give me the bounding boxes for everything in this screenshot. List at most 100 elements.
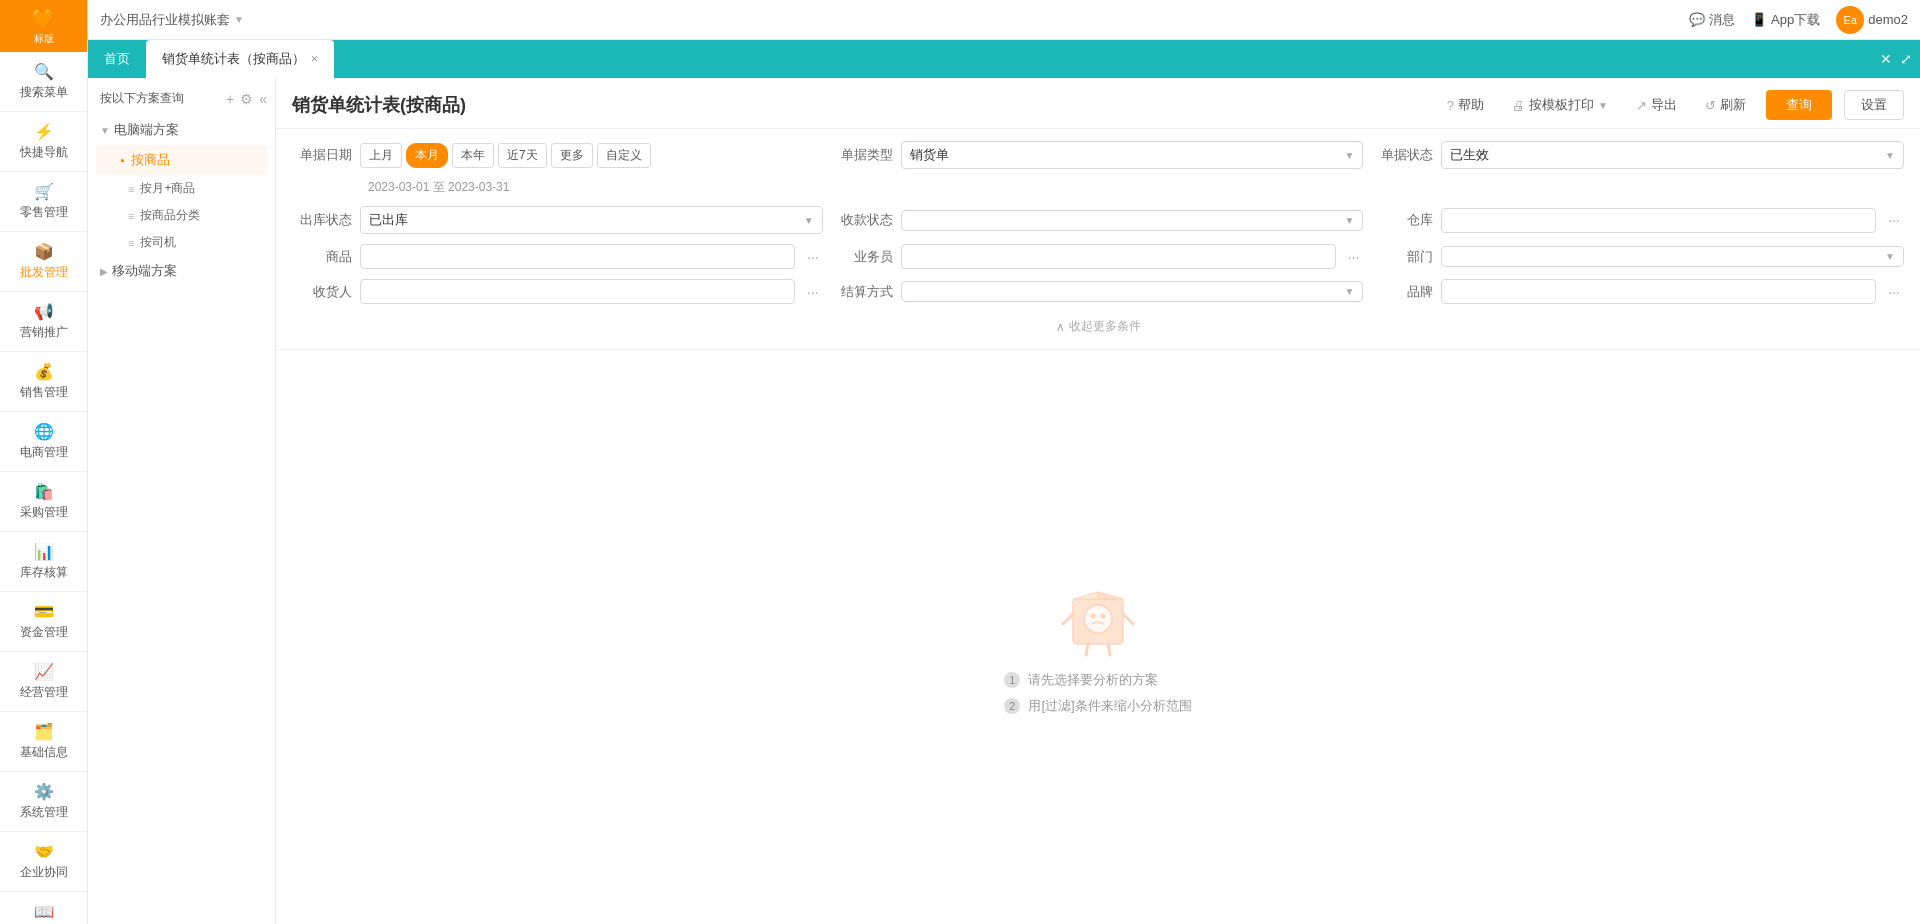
operations-icon: 📈 <box>34 662 54 681</box>
payment-select[interactable]: ▼ <box>901 281 1364 302</box>
tabbar: 首页 销货单统计表（按商品） × ✕ ⤢ <box>88 40 1920 78</box>
receiver-label: 收货人 <box>292 283 360 301</box>
svg-line-5 <box>1123 614 1133 624</box>
receipt-status-select[interactable]: ▼ <box>901 210 1364 231</box>
dept-select[interactable]: ▼ <box>1441 246 1904 267</box>
brand-input[interactable] <box>1441 279 1876 304</box>
sidebar-item-purchase[interactable]: 🛍️ 采购管理 <box>0 472 87 532</box>
filter-cell-clerk: 业务员 ··· <box>833 244 1364 269</box>
date-btn-last-month[interactable]: 上月 <box>360 143 402 168</box>
plan-subitem-by-month[interactable]: ≡ 按月+商品 <box>96 175 267 202</box>
sidebar-item-retail[interactable]: 🛒 零售管理 <box>0 172 87 232</box>
sidebar-item-guide[interactable]: 📖 新手引导 <box>0 892 87 924</box>
active-item-icon: ● <box>120 156 125 165</box>
plan-subitem-by-machine[interactable]: ≡ 按司机 <box>96 229 267 256</box>
doc-type-select[interactable]: 销货单 ▼ <box>901 141 1364 169</box>
warehouse-status-select[interactable]: 已出库 ▼ <box>360 206 823 234</box>
filter-cell-warehouse-status: 出库状态 已出库 ▼ <box>292 206 823 234</box>
message-button[interactable]: 💬 消息 <box>1689 11 1735 29</box>
receiver-dots-button[interactable]: ··· <box>803 284 823 300</box>
settings-button[interactable]: 设置 <box>1844 90 1904 120</box>
mobile-group-header[interactable]: ▶ 移动端方案 <box>96 256 267 286</box>
sidebar-item-finance[interactable]: 💳 资金管理 <box>0 592 87 652</box>
empty-tip-2: 2 用[过滤]条件来缩小分析范围 <box>1004 697 1191 715</box>
chevron-right-icon: ▶ <box>100 266 108 277</box>
date-btn-this-year[interactable]: 本年 <box>452 143 494 168</box>
tab-home[interactable]: 首页 <box>88 40 146 78</box>
sidebar-item-marketing[interactable]: 📢 营销推广 <box>0 292 87 352</box>
subitem-icon: ≡ <box>128 183 134 195</box>
sidebar-item-label: 搜索菜单 <box>20 84 68 101</box>
svg-point-2 <box>1091 614 1096 619</box>
sidebar-item-label: 资金管理 <box>20 624 68 641</box>
app-logo: 🧡 标版 <box>0 0 87 52</box>
chevron-down-icon: ▼ <box>1598 100 1608 111</box>
plan-subitem-by-category[interactable]: ≡ 按商品分类 <box>96 202 267 229</box>
filter-cell-date: 单据日期 上月 本月 本年 近7天 更多 自定义 <box>292 141 823 169</box>
sidebar-item-ecommerce[interactable]: 🌐 电商管理 <box>0 412 87 472</box>
date-btn-this-month[interactable]: 本月 <box>406 143 448 168</box>
warehouse-dots-button[interactable]: ··· <box>1884 212 1904 228</box>
enterprise-icon: 🤝 <box>34 842 54 861</box>
sidebar-item-system[interactable]: ⚙️ 系统管理 <box>0 772 87 832</box>
collapse-bar[interactable]: ∧ 收起更多条件 <box>292 312 1904 337</box>
date-btn-7days[interactable]: 近7天 <box>498 143 547 168</box>
goods-dots-button[interactable]: ··· <box>803 249 823 265</box>
clerk-input[interactable] <box>901 244 1336 269</box>
export-button[interactable]: ↗ 导出 <box>1628 92 1685 118</box>
refresh-icon: ↺ <box>1705 98 1716 113</box>
sidebar-item-search[interactable]: 🔍 搜索菜单 <box>0 52 87 112</box>
left-panel-header: 按以下方案查询 + ⚙ « <box>88 90 275 115</box>
topbar: 办公用品行业模拟账套 ▼ 💬 消息 📱 App下载 Ea demo2 <box>88 0 1920 40</box>
desktop-group-header[interactable]: ▼ 电脑端方案 <box>96 115 267 145</box>
goods-control: ··· <box>360 244 823 269</box>
help-button[interactable]: ? 帮助 <box>1439 92 1492 118</box>
sidebar-item-operations[interactable]: 📈 经营管理 <box>0 652 87 712</box>
sidebar-item-quicknav[interactable]: ⚡ 快捷导航 <box>0 112 87 172</box>
clerk-dots-button[interactable]: ··· <box>1344 249 1364 265</box>
filter-cell-receiver: 收货人 ··· <box>292 279 823 304</box>
tab-close-button[interactable]: × <box>311 52 318 66</box>
filter-cell-doc-type: 单据类型 销货单 ▼ <box>833 141 1364 169</box>
help-label: 帮助 <box>1458 96 1484 114</box>
date-btn-more[interactable]: 更多 <box>551 143 593 168</box>
warehouse-input[interactable] <box>1441 208 1876 233</box>
desktop-group-label: 电脑端方案 <box>114 121 179 139</box>
filter-cell-brand: 品牌 ··· <box>1373 279 1904 304</box>
receiver-input[interactable] <box>360 279 795 304</box>
filter-row-4: 收货人 ··· 结算方式 ▼ <box>292 279 1904 304</box>
doc-status-control: 已生效 ▼ <box>1441 141 1904 169</box>
collapse-panel-button[interactable]: « <box>259 91 267 107</box>
plan-item-by-product[interactable]: ● 按商品 <box>96 145 267 175</box>
goods-input[interactable] <box>360 244 795 269</box>
user-menu[interactable]: Ea demo2 <box>1836 6 1908 34</box>
search-icon: 🔍 <box>34 62 54 81</box>
sidebar-item-enterprise[interactable]: 🤝 企业协同 <box>0 832 87 892</box>
query-button[interactable]: 查询 <box>1766 90 1832 120</box>
date-btn-custom[interactable]: 自定义 <box>597 143 651 168</box>
clerk-control: ··· <box>901 244 1364 269</box>
topbar-left: 办公用品行业模拟账套 ▼ <box>100 11 244 29</box>
sidebar-item-wholesale[interactable]: 📦 批发管理 <box>0 232 87 292</box>
scheme-settings-button[interactable]: ⚙ <box>240 91 253 107</box>
doc-status-select[interactable]: 已生效 ▼ <box>1441 141 1904 169</box>
print-button[interactable]: 🖨 按模板打印 ▼ <box>1504 92 1616 118</box>
filter-cell-warehouse: 仓库 ··· <box>1373 206 1904 234</box>
sales-icon: 💰 <box>34 362 54 381</box>
close-window-icon[interactable]: ✕ <box>1880 51 1892 67</box>
sidebar-item-basic[interactable]: 🗂️ 基础信息 <box>0 712 87 772</box>
sidebar-item-inventory[interactable]: 📊 库存核算 <box>0 532 87 592</box>
brand-dots-button[interactable]: ··· <box>1884 284 1904 300</box>
app-download-button[interactable]: 📱 App下载 <box>1751 11 1820 29</box>
add-scheme-button[interactable]: + <box>226 91 234 107</box>
maximize-window-icon[interactable]: ⤢ <box>1900 51 1912 67</box>
industry-selector[interactable]: 办公用品行业模拟账套 ▼ <box>100 11 244 29</box>
dept-control: ▼ <box>1441 246 1904 267</box>
sidebar-item-sales[interactable]: 💰 销售管理 <box>0 352 87 412</box>
tab-active[interactable]: 销货单统计表（按商品） × <box>146 40 334 78</box>
refresh-button[interactable]: ↺ 刷新 <box>1697 92 1754 118</box>
plan-subitem-label: 按商品分类 <box>140 207 200 224</box>
subitem-icon: ≡ <box>128 237 134 249</box>
chevron-right-icon: ▼ <box>100 125 110 136</box>
date-buttons: 上月 本月 本年 近7天 更多 自定义 <box>360 143 651 168</box>
